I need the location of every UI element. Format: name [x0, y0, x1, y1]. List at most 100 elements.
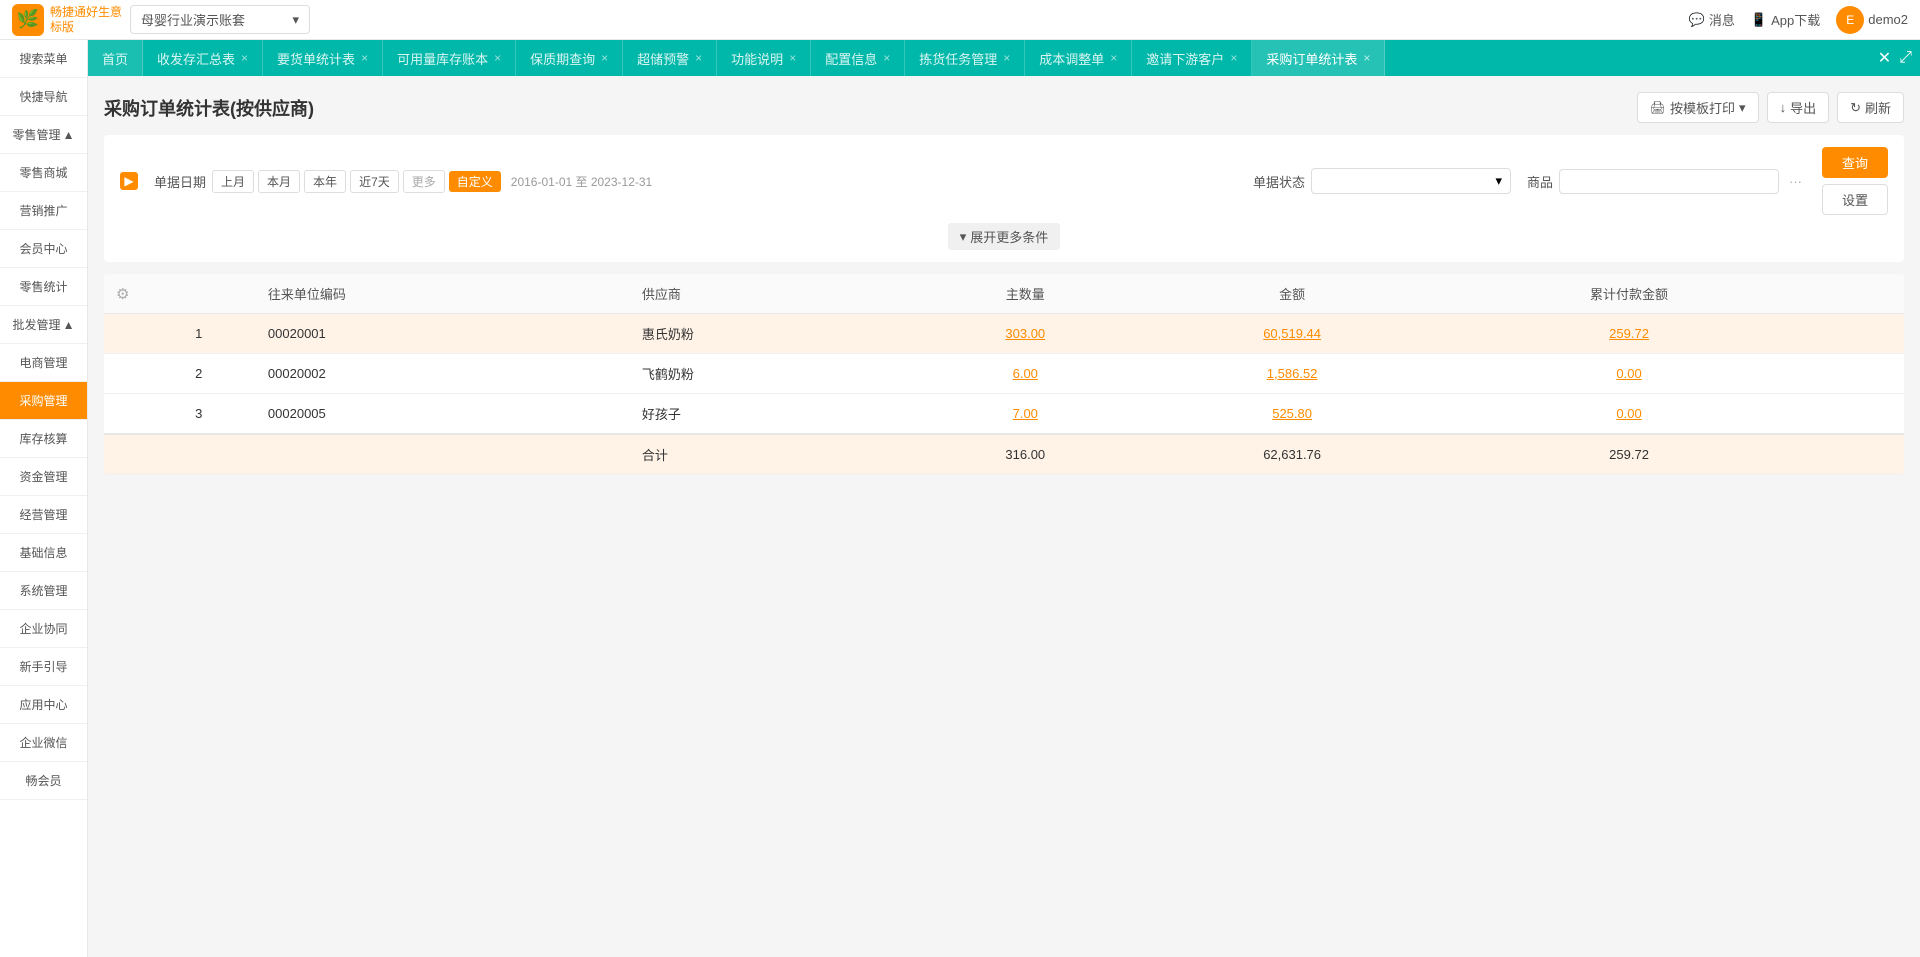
tab-close-icon[interactable]: × — [1230, 51, 1237, 65]
sidebar-item-enterprise-wechat[interactable]: 企业微信 — [0, 724, 87, 762]
template-print-button[interactable]: 🖨 按模板打印 ▾ — [1637, 92, 1759, 123]
date-btn-more[interactable]: 更多 — [403, 170, 445, 193]
date-btn-last-7-days[interactable]: 近7天 — [350, 170, 399, 193]
query-button[interactable]: 查询 — [1822, 147, 1888, 178]
message-button[interactable]: 💬 消息 — [1689, 10, 1735, 29]
app-logo-icon: 🌿 — [12, 4, 44, 36]
col-paid-amount-header: 累计付款金额 — [1442, 274, 1816, 314]
tab-purchase-order-summary[interactable]: 采购订单统计表 × — [1252, 40, 1385, 76]
tab-picking-task[interactable]: 拣货任务管理 × — [905, 40, 1025, 76]
col-extra-header — [1816, 274, 1904, 314]
row-supplier: 好孩子 — [630, 394, 909, 435]
main-area: 首页 收发存汇总表 × 要货单统计表 × 可用量库存账本 × 保质期查询 × 超… — [88, 40, 1920, 957]
user-profile[interactable]: E demo2 — [1836, 6, 1908, 34]
tab-overstock-warning[interactable]: 超储预警 × — [623, 40, 717, 76]
tab-cost-adjust[interactable]: 成本调整单 × — [1025, 40, 1132, 76]
page-actions: 🖨 按模板打印 ▾ ↓ 导出 ↻ 刷新 — [1637, 92, 1905, 123]
filter-status-item: 单据状态 ▾ — [1253, 168, 1511, 194]
table-row: 3 00020005 好孩子 7.00 525.80 0.00 — [104, 394, 1904, 435]
sidebar-item-member-center[interactable]: 会员中心 — [0, 230, 87, 268]
sidebar-item-purchase-mgmt[interactable]: 采购管理 — [0, 382, 87, 420]
filter-goods-item: 商品 ··· — [1527, 169, 1806, 194]
sidebar-item-search[interactable]: 搜索菜单 — [0, 40, 87, 78]
sidebar-item-retail-mgmt[interactable]: 零售管理 ▲ — [0, 116, 87, 154]
date-btn-this-year[interactable]: 本年 — [304, 170, 346, 193]
tab-invite-downstream[interactable]: 邀请下游客户 × — [1132, 40, 1252, 76]
tab-config-info[interactable]: 配置信息 × — [811, 40, 905, 76]
row-main-qty: 303.00 — [908, 314, 1142, 354]
chevron-down-icon: ▾ — [292, 12, 299, 28]
sidebar-item-new-guide[interactable]: 新手引导 — [0, 648, 87, 686]
sidebar-item-inventory[interactable]: 库存核算 — [0, 420, 87, 458]
filter-date-item: 单据日期 上月 本月 本年 近7天 更多 自定义 2016-01-01 至 20… — [154, 170, 652, 193]
date-custom-tag[interactable]: 自定义 — [449, 171, 501, 192]
row-amount: 1,586.52 — [1142, 354, 1442, 394]
tab-close-icon[interactable]: × — [1363, 51, 1370, 65]
filter-row-main: ▶ 单据日期 上月 本月 本年 近7天 更多 自定义 2016-01-01 至 … — [120, 147, 1888, 215]
home-tab-label: 首页 — [102, 49, 128, 68]
sidebar-item-finance[interactable]: 资金管理 — [0, 458, 87, 496]
page-header: 采购订单统计表(按供应商) 🖨 按模板打印 ▾ ↓ 导出 ↻ 刷新 — [104, 92, 1904, 123]
goods-search-input[interactable] — [1559, 169, 1779, 194]
page-title: 采购订单统计表(按供应商) — [104, 95, 314, 121]
tab-available-stock[interactable]: 可用量库存账本 × — [383, 40, 516, 76]
tab-close-all-button[interactable]: ✕ — [1878, 48, 1891, 68]
col-main-qty-header: 主数量 — [908, 274, 1142, 314]
row-supplier: 飞鹤奶粉 — [630, 354, 909, 394]
status-select[interactable]: ▾ — [1311, 168, 1511, 194]
row-unit-code: 00020001 — [256, 314, 630, 354]
tab-bar: 首页 收发存汇总表 × 要货单统计表 × 可用量库存账本 × 保质期查询 × 超… — [88, 40, 1920, 76]
export-button[interactable]: ↓ 导出 — [1767, 92, 1830, 123]
sidebar-item-retail-mall[interactable]: 零售商城 — [0, 154, 87, 192]
settings-button[interactable]: 设置 — [1822, 184, 1888, 215]
expand-more-filters-button[interactable]: ▾ 展开更多条件 — [948, 223, 1061, 250]
sidebar-item-operations[interactable]: 经营管理 — [0, 496, 87, 534]
date-btn-this-month[interactable]: 本月 — [258, 170, 300, 193]
tab-close-icon[interactable]: × — [494, 51, 501, 65]
sidebar-item-retail-stats[interactable]: 零售统计 — [0, 268, 87, 306]
date-btn-last-month[interactable]: 上月 — [212, 170, 254, 193]
tab-close-icon[interactable]: × — [601, 51, 608, 65]
export-icon: ↓ — [1780, 100, 1787, 115]
sidebar-item-quick-nav[interactable]: 快捷导航 — [0, 78, 87, 116]
print-icon: 🖨 — [1650, 100, 1667, 116]
column-settings-icon[interactable]: ⚙ — [116, 286, 129, 303]
sidebar-item-marketing[interactable]: 营销推广 — [0, 192, 87, 230]
row-extra — [1816, 394, 1904, 435]
tab-close-icon[interactable]: × — [789, 51, 796, 65]
sidebar-item-wholesale-mgmt[interactable]: 批发管理 ▲ — [0, 306, 87, 344]
sidebar-item-vip[interactable]: 畅会员 — [0, 762, 87, 800]
app-logo-text: 畅捷通好生意 标版 — [50, 5, 122, 34]
tab-home[interactable]: 首页 — [88, 40, 143, 76]
refresh-button[interactable]: ↻ 刷新 — [1837, 92, 1904, 123]
tab-maximize-button[interactable]: ⤢ — [1899, 49, 1912, 67]
tab-receive-summary[interactable]: 收发存汇总表 × — [143, 40, 263, 76]
chevron-down-icon: ▾ — [1739, 100, 1746, 116]
tab-close-icon[interactable]: × — [1003, 51, 1010, 65]
row-paid-amount: 259.72 — [1442, 314, 1816, 354]
sidebar-item-enterprise-coop[interactable]: 企业协同 — [0, 610, 87, 648]
chevron-down-icon: ▾ — [1495, 173, 1502, 189]
tab-close-icon[interactable]: × — [361, 51, 368, 65]
tab-close-icon[interactable]: × — [883, 51, 890, 65]
chevron-icon: ▲ — [63, 128, 75, 142]
sidebar-item-basics[interactable]: 基础信息 — [0, 534, 87, 572]
logo-area: 🌿 畅捷通好生意 标版 — [12, 4, 122, 36]
tab-close-icon[interactable]: × — [695, 51, 702, 65]
goods-filter-label: 商品 — [1527, 172, 1553, 191]
sidebar-item-sys-mgmt[interactable]: 系统管理 — [0, 572, 87, 610]
workspace-selector[interactable]: 母婴行业演示账套 ▾ — [130, 5, 310, 34]
tab-warranty-query[interactable]: 保质期查询 × — [516, 40, 623, 76]
more-filters-icon[interactable]: ··· — [1785, 174, 1806, 189]
footer-supplier-cell: 合计 — [630, 434, 909, 475]
tab-function-desc[interactable]: 功能说明 × — [717, 40, 811, 76]
sidebar-item-ecommerce[interactable]: 电商管理 — [0, 344, 87, 382]
table-row: 2 00020002 飞鹤奶粉 6.00 1,586.52 0.00 — [104, 354, 1904, 394]
row-extra — [1816, 354, 1904, 394]
tab-close-icon[interactable]: × — [241, 51, 248, 65]
tab-goods-summary[interactable]: 要货单统计表 × — [263, 40, 383, 76]
sidebar-item-app-center[interactable]: 应用中心 — [0, 686, 87, 724]
app-download-button[interactable]: 📱 App下载 — [1751, 10, 1820, 29]
tab-close-icon[interactable]: × — [1110, 51, 1117, 65]
filter-toggle[interactable]: ▶ — [120, 172, 138, 190]
